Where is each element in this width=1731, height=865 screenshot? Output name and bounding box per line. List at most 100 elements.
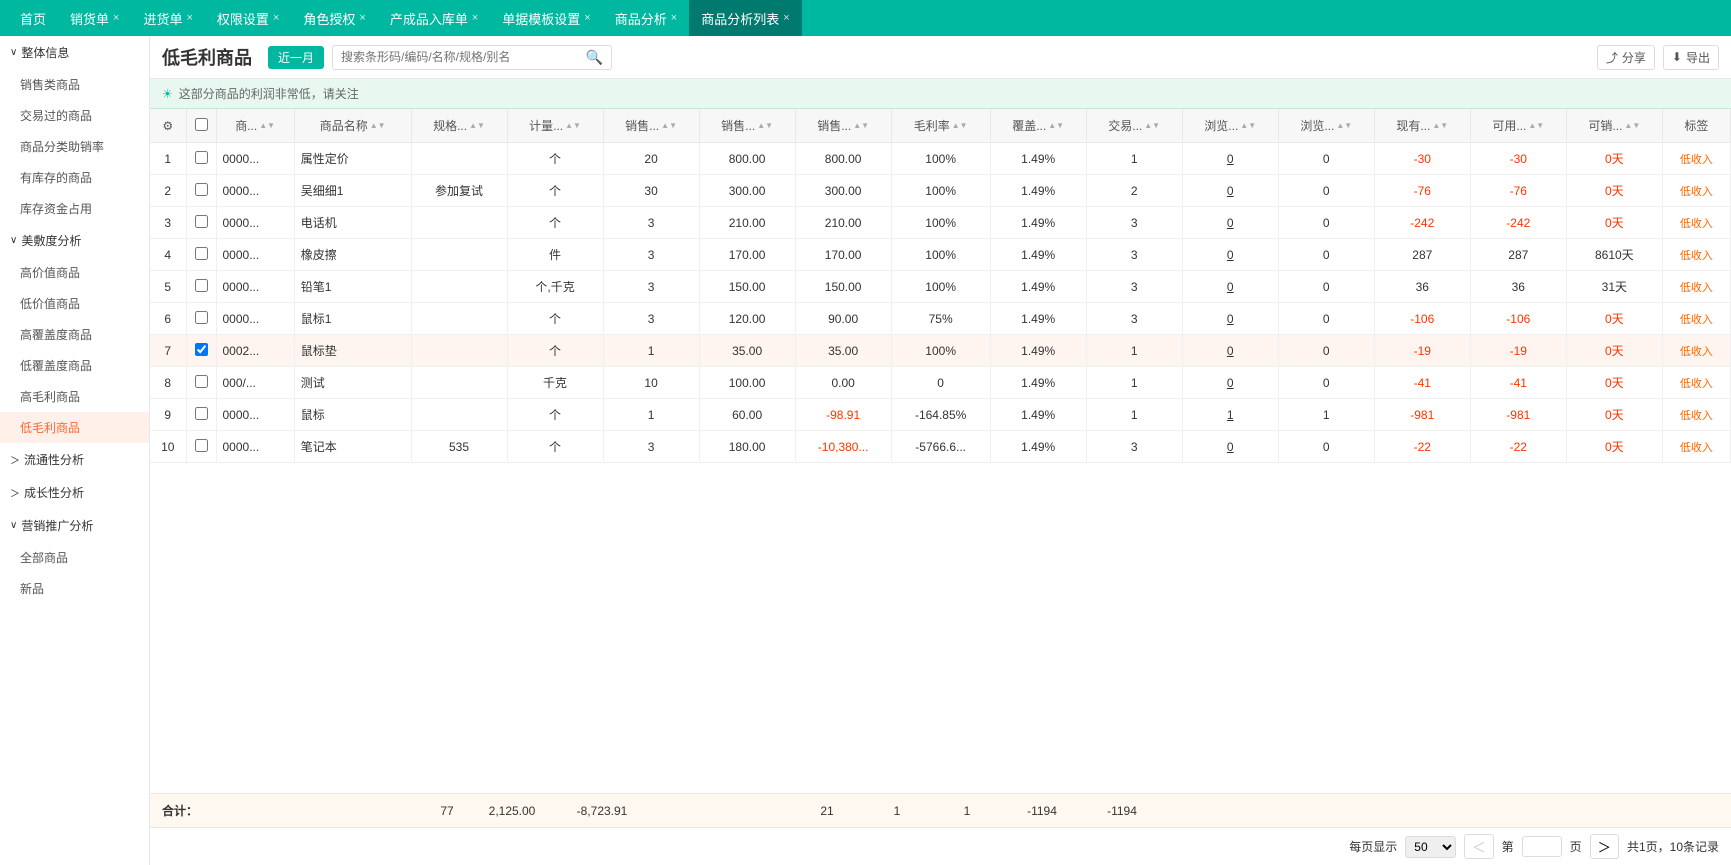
sidebar-item-stock-goods[interactable]: 有库存的商品 — [0, 162, 149, 193]
sidebar-section-beauty-title[interactable]: ∨ 美敷度分析 — [0, 224, 149, 257]
sidebar-item-high-margin[interactable]: 高毛利商品 — [0, 381, 149, 412]
row-browse1[interactable]: 0 — [1182, 207, 1278, 239]
row-current: -242 — [1374, 207, 1470, 239]
row-sales-price: 35.00 — [699, 335, 795, 367]
row-browse1[interactable]: 0 — [1182, 271, 1278, 303]
sidebar-section-overall-title[interactable]: ∨ 整体信息 — [0, 36, 149, 69]
row-browse1[interactable]: 0 — [1182, 143, 1278, 175]
nav-role[interactable]: 角色授权 × — [291, 0, 377, 36]
row-name[interactable]: 鼠标1 — [294, 303, 411, 335]
prev-page-button[interactable]: ＜ — [1464, 834, 1493, 859]
nav-sales[interactable]: 销货单 × — [58, 0, 131, 36]
sidebar-item-low-value[interactable]: 低价值商品 — [0, 288, 149, 319]
row-tag: 低收入 — [1662, 431, 1730, 463]
nav-purchase-close[interactable]: × — [186, 12, 192, 24]
content-header: 低毛利商品 近一月 🔍 ⤴ 分享 ⬇ 导出 — [150, 36, 1731, 79]
row-name[interactable]: 鼠标垫 — [294, 335, 411, 367]
nav-goods-analysis-close[interactable]: × — [671, 12, 677, 24]
row-browse1[interactable]: 0 — [1182, 303, 1278, 335]
row-name[interactable]: 属性定价 — [294, 143, 411, 175]
row-browse1[interactable]: 1 — [1182, 399, 1278, 431]
row-current: -19 — [1374, 335, 1470, 367]
share-button[interactable]: ⤴ 分享 — [1597, 45, 1655, 70]
export-button[interactable]: ⬇ 导出 — [1663, 45, 1719, 70]
total-trade-count: 21 — [792, 804, 862, 818]
sidebar-item-traded-goods[interactable]: 交易过的商品 — [0, 100, 149, 131]
row-checkbox[interactable] — [195, 311, 208, 324]
row-name[interactable]: 铅笔1 — [294, 271, 411, 303]
row-name[interactable]: 橡皮擦 — [294, 239, 411, 271]
sort-icon: ▲▼ — [1240, 122, 1256, 130]
select-all-checkbox[interactable] — [195, 118, 208, 131]
nav-role-close[interactable]: × — [359, 12, 365, 24]
row-browse1[interactable]: 0 — [1182, 239, 1278, 271]
sidebar-section-marketing-title[interactable]: ∨ 营销推广分析 — [0, 509, 149, 542]
sidebar-item-stock-fund[interactable]: 库存资金占用 — [0, 193, 149, 224]
arrow-icon: ∨ — [10, 520, 17, 531]
sidebar-item-high-value[interactable]: 高价值商品 — [0, 257, 149, 288]
sidebar-item-category-rate[interactable]: 商品分类助销率 — [0, 131, 149, 162]
sidebar-item-all-goods[interactable]: 全部商品 — [0, 542, 149, 573]
sidebar-section-growth-title[interactable]: ＞ 成长性分析 — [0, 476, 149, 509]
row-checkbox[interactable] — [195, 343, 208, 356]
row-browse1[interactable]: 0 — [1182, 431, 1278, 463]
per-page-select[interactable]: 50 100 200 — [1405, 836, 1456, 858]
sort-icon: ▲▼ — [853, 122, 869, 130]
page-input[interactable]: 1 — [1522, 836, 1562, 857]
row-checkbox[interactable] — [195, 183, 208, 196]
nav-goods-analysis-list-close[interactable]: × — [783, 12, 789, 24]
row-name[interactable]: 笔记本 — [294, 431, 411, 463]
row-name[interactable]: 电话机 — [294, 207, 411, 239]
row-checkbox[interactable] — [195, 215, 208, 228]
row-name[interactable]: 鼠标 — [294, 399, 411, 431]
nav-product-in[interactable]: 产成品入库单 × — [378, 0, 490, 36]
row-checkbox[interactable] — [195, 247, 208, 260]
row-browse1[interactable]: 0 — [1182, 175, 1278, 207]
filter-recent-month-button[interactable]: 近一月 — [268, 46, 324, 69]
row-coverage: 1.49% — [990, 399, 1086, 431]
sidebar-item-high-coverage[interactable]: 高覆盖度商品 — [0, 319, 149, 350]
sidebar-item-low-coverage[interactable]: 低覆盖度商品 — [0, 350, 149, 381]
row-browse1[interactable]: 0 — [1182, 335, 1278, 367]
th-checkbox — [186, 109, 216, 143]
row-sellable: 0天 — [1566, 175, 1662, 207]
th-tag: 标签 — [1662, 109, 1730, 143]
nav-home[interactable]: 首页 — [8, 0, 58, 36]
row-gross-margin: 100% — [891, 175, 990, 207]
row-browse1[interactable]: 0 — [1182, 367, 1278, 399]
search-input[interactable] — [341, 50, 586, 64]
total-label: 合计： — [162, 802, 422, 819]
nav-goods-analysis[interactable]: 商品分析 × — [603, 0, 689, 36]
row-sales-amount: 210.00 — [795, 207, 891, 239]
nav-template[interactable]: 单据模板设置 × — [490, 0, 602, 36]
row-coverage: 1.49% — [990, 207, 1086, 239]
nav-permission[interactable]: 权限设置 × — [205, 0, 291, 36]
row-name[interactable]: 测试 — [294, 367, 411, 399]
row-checkbox[interactable] — [195, 375, 208, 388]
sidebar-item-low-margin[interactable]: 低毛利商品 — [0, 412, 149, 443]
nav-template-close[interactable]: × — [584, 12, 590, 24]
sidebar-item-sales-goods[interactable]: 销售类商品 — [0, 69, 149, 100]
nav-product-in-close[interactable]: × — [472, 12, 478, 24]
sidebar-item-new-goods[interactable]: 新品 — [0, 573, 149, 604]
sidebar-section-marketing: ∨ 营销推广分析 全部商品 新品 — [0, 509, 149, 604]
nav-goods-analysis-list[interactable]: 商品分析列表 × — [689, 0, 801, 36]
nav-sales-close[interactable]: × — [113, 12, 119, 24]
row-code: 0000... — [216, 271, 294, 303]
table-row: 4 0000... 橡皮擦 件 3 170.00 170.00 100% 1.4… — [150, 239, 1731, 271]
row-available: -242 — [1470, 207, 1566, 239]
sidebar-section-liquidity-title[interactable]: ＞ 流通性分析 — [0, 443, 149, 476]
notice-icon: ☀ — [162, 87, 173, 101]
nav-purchase[interactable]: 进货单 × — [131, 0, 204, 36]
row-sales-amount: 170.00 — [795, 239, 891, 271]
row-checkbox[interactable] — [195, 151, 208, 164]
row-checkbox[interactable] — [195, 439, 208, 452]
th-settings[interactable]: ⚙ — [150, 109, 186, 143]
row-checkbox[interactable] — [195, 279, 208, 292]
next-page-button[interactable]: ＞ — [1590, 834, 1619, 859]
settings-icon[interactable]: ⚙ — [162, 119, 173, 133]
total-sales-price: 2,125.00 — [472, 804, 552, 818]
row-checkbox[interactable] — [195, 407, 208, 420]
row-name[interactable]: 吴细细1 — [294, 175, 411, 207]
nav-permission-close[interactable]: × — [273, 12, 279, 24]
